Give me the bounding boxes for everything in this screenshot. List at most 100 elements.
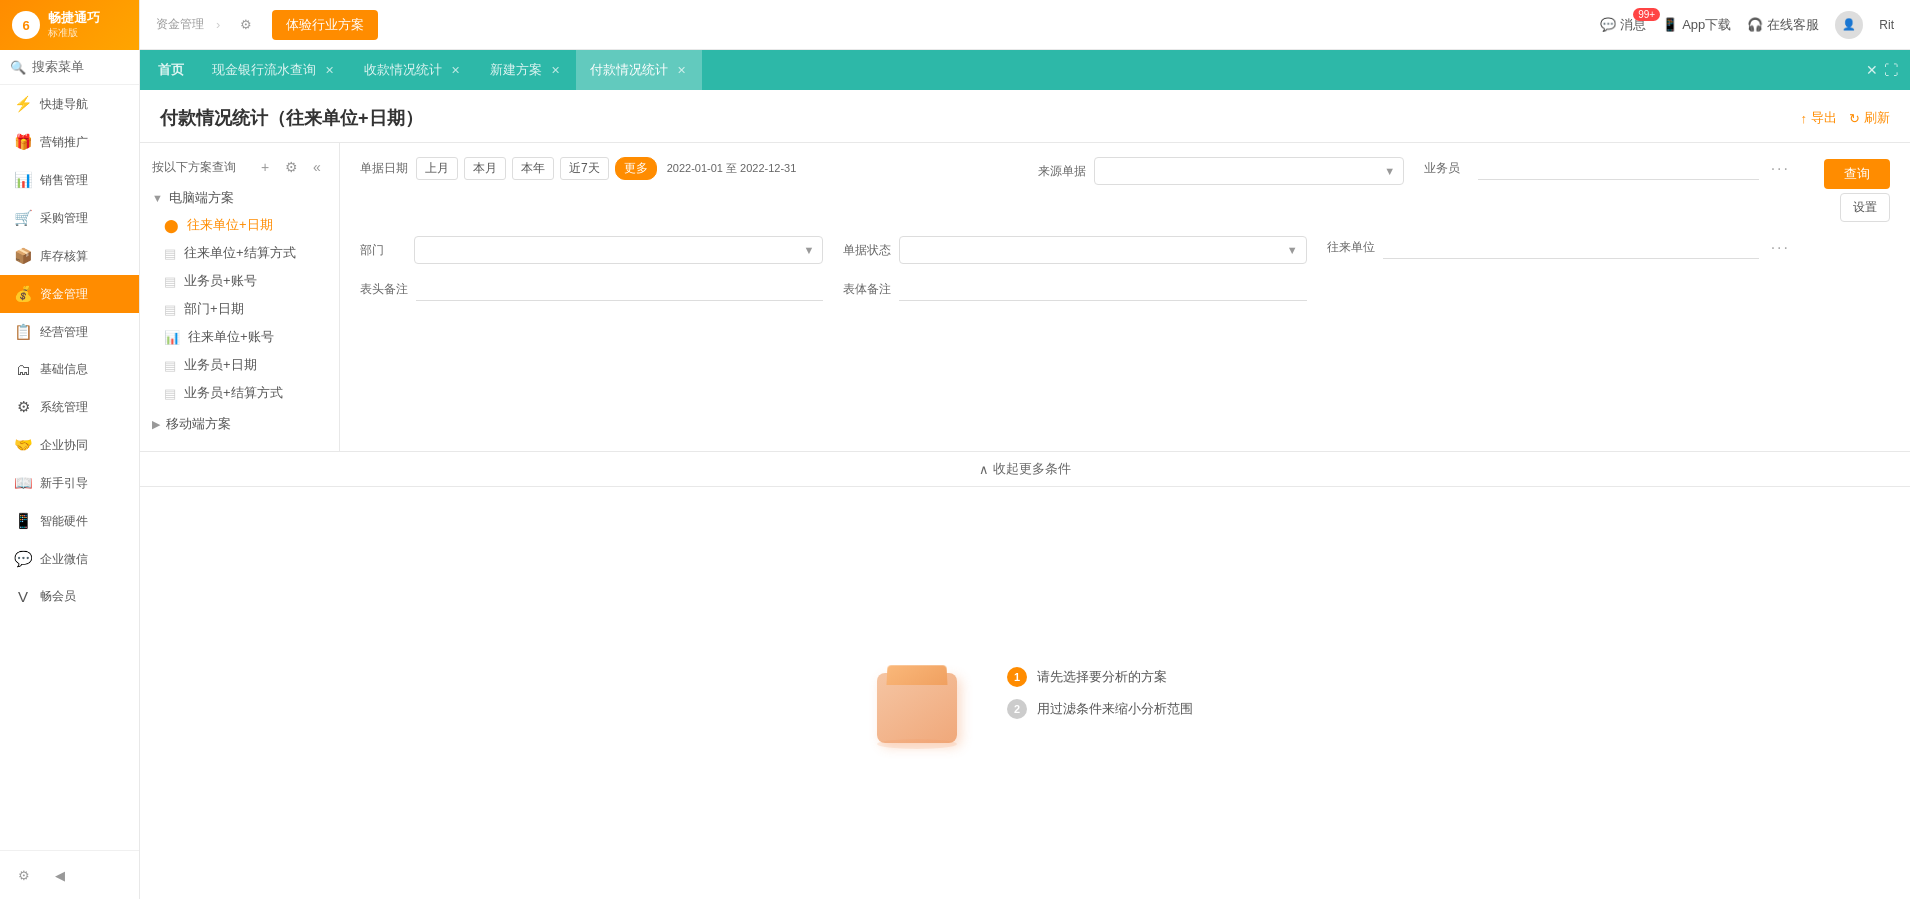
tab-payment[interactable]: 付款情况统计 ✕ [576, 50, 702, 90]
sidebar-item-wechat[interactable]: 💬 企业微信 [0, 540, 139, 578]
filter-doc-status: 单据状态 ▼ [843, 236, 1306, 264]
logo-text: 畅捷通巧 标准版 [48, 10, 100, 40]
filter-staff: 业务员 ··· [1424, 157, 1790, 180]
tab-close-payment[interactable]: ✕ [674, 63, 688, 77]
source-doc-select[interactable]: ▼ [1094, 157, 1404, 185]
app-icon: 📱 [1662, 17, 1678, 32]
date-btn-more[interactable]: 更多 [615, 157, 657, 180]
topbar-msg-btn[interactable]: 💬 消息 99+ [1600, 16, 1646, 34]
page-title: 付款情况统计（往来单位+日期） [160, 106, 423, 130]
date-shortcuts: 上月 本月 本年 近7天 更多 2022-01-01 至 2022-12-31 [416, 157, 796, 180]
tab-close-new-scheme[interactable]: ✕ [548, 63, 562, 77]
scheme-item-partner-date[interactable]: ⬤ 往来单位+日期 [140, 211, 339, 239]
refresh-btn[interactable]: ↻ 刷新 [1849, 109, 1890, 127]
quick-nav-icon: ⚡ [14, 95, 32, 113]
logo-icon: 6 [12, 11, 40, 39]
finance-icon: 💰 [14, 285, 32, 303]
scheme-group-pc-header[interactable]: ▼ 电脑端方案 [140, 185, 339, 211]
scheme-header-actions: + ⚙ « [255, 157, 327, 177]
sidebar-collapse-btn[interactable]: ◀ [46, 861, 74, 889]
date-range-value: 2022-01-01 至 2022-12-31 [667, 161, 797, 176]
sidebar-item-system[interactable]: ⚙ 系统管理 [0, 388, 139, 426]
empty-box [877, 673, 957, 743]
scheme-group-arrow: ▼ [152, 192, 163, 204]
topbar-app-btn[interactable]: 📱 App下载 [1662, 16, 1731, 34]
scheme-add-btn[interactable]: + [255, 157, 275, 177]
topbar-right: 💬 消息 99+ 📱 App下载 🎧 在线客服 👤 Rit [1600, 11, 1894, 39]
scheme-item-staff-settle[interactable]: ▤ 业务员+结算方式 [140, 379, 339, 407]
purchase-icon: 🛒 [14, 209, 32, 227]
header-note-input[interactable] [416, 278, 823, 301]
sidebar-item-marketing[interactable]: 🎁 营销推广 [0, 123, 139, 161]
step-num-1: 1 [1007, 667, 1027, 687]
username-label[interactable]: Rit [1879, 18, 1894, 32]
scheme-item-partner-settle[interactable]: ▤ 往来单位+结算方式 [140, 239, 339, 267]
main-content: 资金管理 › ⚙ 体验行业方案 💬 消息 99+ 📱 App下载 🎧 在线客服 … [140, 0, 1910, 899]
partner-input[interactable] [1383, 236, 1759, 259]
operation-icon: 📋 [14, 323, 32, 341]
date-btn-this-year[interactable]: 本年 [512, 157, 554, 180]
scheme-item-staff-account[interactable]: ▤ 业务员+账号 [140, 267, 339, 295]
scheme-table-icon: ▤ [164, 246, 176, 261]
scheme-chart-icon: 📊 [164, 330, 180, 345]
window-expand-btn[interactable]: ⛶ [1884, 62, 1898, 78]
export-btn[interactable]: ↑ 导出 [1801, 109, 1838, 127]
scheme-item-staff-date[interactable]: ▤ 业务员+日期 [140, 351, 339, 379]
sidebar-item-quick-nav[interactable]: ⚡ 快捷导航 [0, 85, 139, 123]
tab-bank[interactable]: 现金银行流水查询 ✕ [198, 50, 350, 90]
sidebar-item-basic[interactable]: 🗂 基础信息 [0, 351, 139, 388]
sidebar-item-operation[interactable]: 📋 经营管理 [0, 313, 139, 351]
sidebar-item-guide[interactable]: 📖 新手引导 [0, 464, 139, 502]
partner-label: 往来单位 [1327, 239, 1375, 256]
topbar-gear-btn[interactable]: ⚙ [232, 11, 260, 39]
sidebar-item-corp[interactable]: 🤝 企业协同 [0, 426, 139, 464]
sidebar-item-sales[interactable]: 📊 销售管理 [0, 161, 139, 199]
scheme-group-arrow-mobile: ▶ [152, 418, 160, 431]
header-note-label: 表头备注 [360, 281, 408, 298]
topbar-service-btn[interactable]: 🎧 在线客服 [1747, 16, 1819, 34]
scheme-item-partner-account[interactable]: 📊 往来单位+账号 [140, 323, 339, 351]
filter-settings-btn[interactable]: 设置 [1840, 193, 1890, 222]
dept-select[interactable]: ▼ [414, 236, 823, 264]
scheme-settings-btn[interactable]: ⚙ [281, 157, 301, 177]
query-btn[interactable]: 查询 [1824, 159, 1890, 189]
date-btn-this-month[interactable]: 本月 [464, 157, 506, 180]
filter-row-2: 部门 ▼ 单据状态 ▼ 往来单位 [360, 236, 1890, 264]
sidebar-item-inventory[interactable]: 📦 库存核算 [0, 237, 139, 275]
tab-home[interactable]: 首页 [144, 50, 198, 90]
tab-receipt[interactable]: 收款情况统计 ✕ [350, 50, 476, 90]
doc-status-select[interactable]: ▼ [899, 236, 1306, 264]
tab-close-receipt[interactable]: ✕ [448, 63, 462, 77]
sidebar-settings-btn[interactable]: ⚙ [10, 861, 38, 889]
page-actions: ↑ 导出 ↻ 刷新 [1801, 109, 1891, 127]
tab-close-bank[interactable]: ✕ [322, 63, 336, 77]
trial-btn[interactable]: 体验行业方案 [272, 10, 378, 40]
sidebar-item-purchase[interactable]: 🛒 采购管理 [0, 199, 139, 237]
source-doc-label: 来源单据 [1038, 163, 1086, 180]
sidebar-item-vip[interactable]: V 畅会员 [0, 578, 139, 615]
scheme-collapse-btn[interactable]: « [307, 157, 327, 177]
scheme-group-mobile-header[interactable]: ▶ 移动端方案 [140, 411, 339, 437]
user-avatar[interactable]: 👤 [1835, 11, 1863, 39]
staff-input[interactable] [1478, 157, 1758, 180]
dept-arrow: ▼ [803, 244, 814, 256]
step-num-2: 2 [1007, 699, 1027, 719]
sidebar-item-hardware[interactable]: 📱 智能硬件 [0, 502, 139, 540]
export-icon: ↑ [1801, 111, 1808, 126]
scheme-item-dept-date[interactable]: ▤ 部门+日期 [140, 295, 339, 323]
search-menu[interactable]: 🔍 搜索菜单 [0, 50, 139, 85]
tab-new-scheme[interactable]: 新建方案 ✕ [476, 50, 576, 90]
partner-more-btn[interactable]: ··· [1771, 239, 1790, 257]
scheme-group-mobile: ▶ 移动端方案 [140, 411, 339, 437]
date-btn-7days[interactable]: 近7天 [560, 157, 609, 180]
filter-dept: 部门 ▼ [360, 236, 823, 264]
sidebar-item-finance[interactable]: 💰 资金管理 [0, 275, 139, 313]
search-icon: 🔍 [10, 60, 26, 75]
staff-more-btn[interactable]: ··· [1771, 160, 1790, 178]
body-note-input[interactable] [899, 278, 1306, 301]
empty-illustration [857, 633, 977, 753]
scheme-table-icon-4: ▤ [164, 358, 176, 373]
date-btn-last-month[interactable]: 上月 [416, 157, 458, 180]
collapse-bar[interactable]: ∧ 收起更多条件 [140, 452, 1910, 487]
window-close-btn[interactable]: ✕ [1866, 62, 1878, 78]
